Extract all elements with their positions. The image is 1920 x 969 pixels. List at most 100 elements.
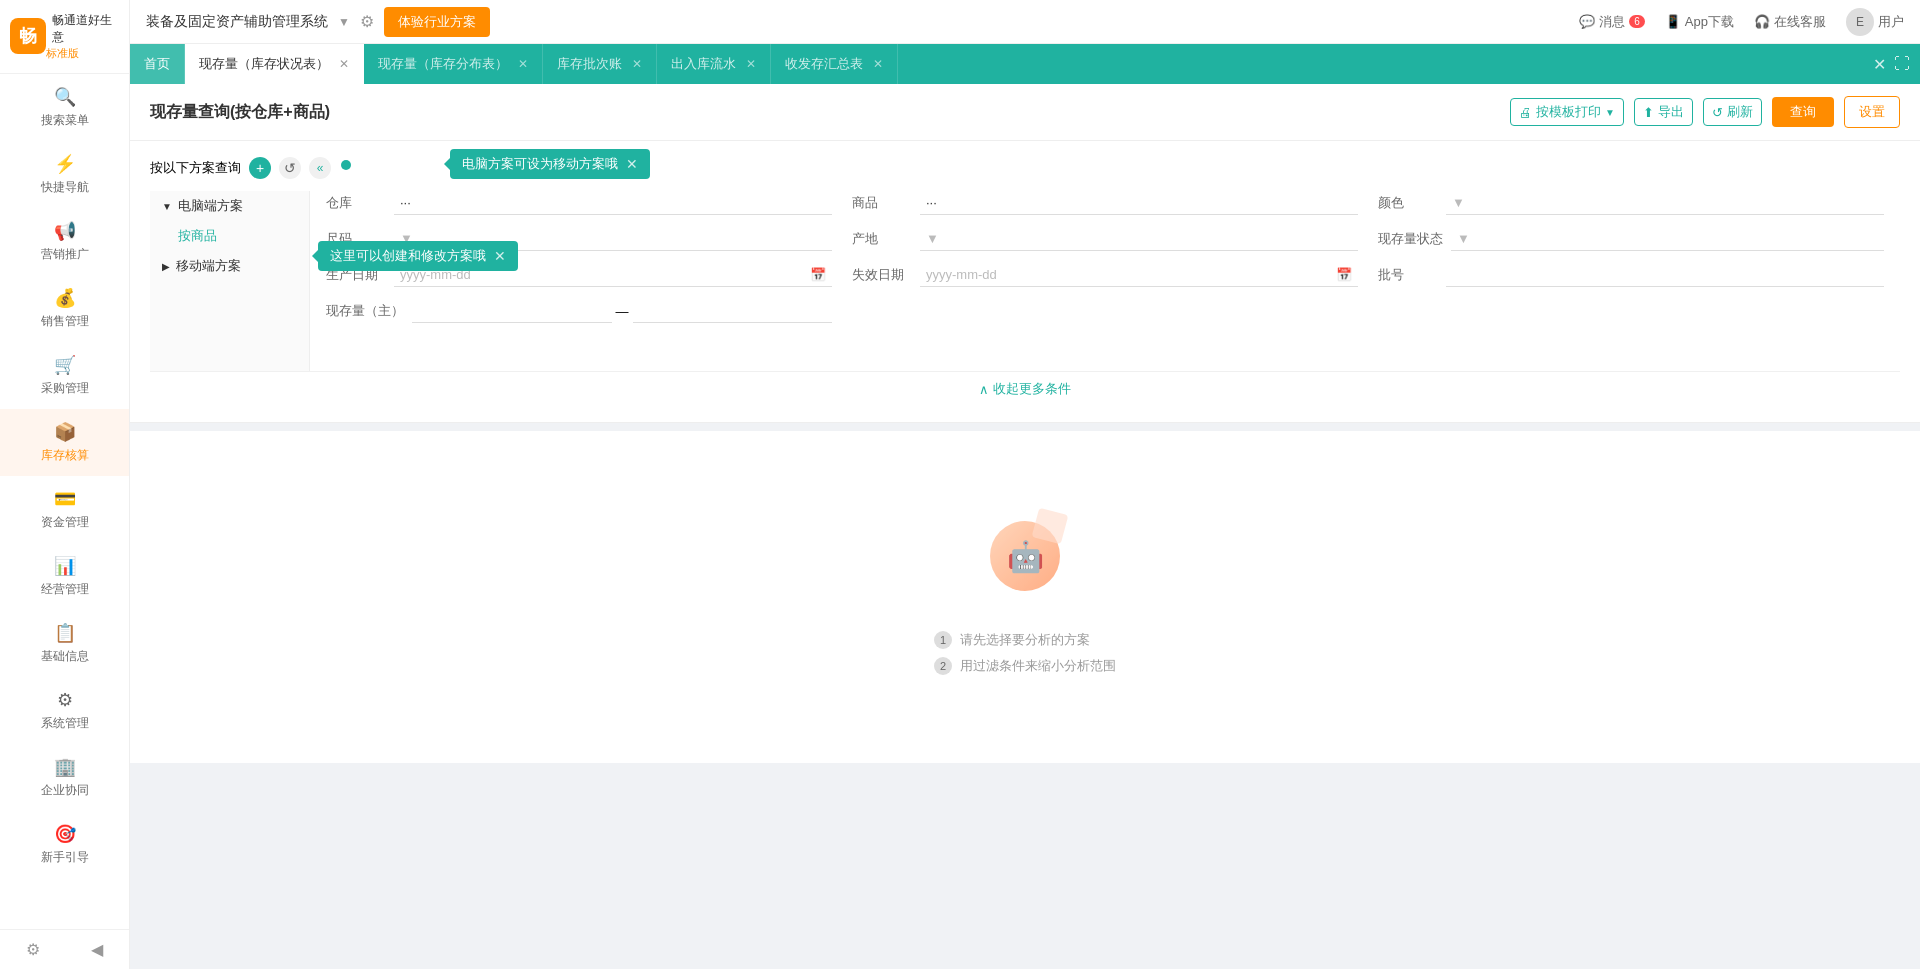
sidebar-item-system-label: 系统管理 <box>41 715 89 732</box>
tab-fullscreen-btn[interactable]: ⛶ <box>1894 55 1910 73</box>
sidebar-item-inventory[interactable]: 📦 库存核算 <box>0 409 129 476</box>
sidebar-item-marketing[interactable]: 📢 营销推广 <box>0 208 129 275</box>
origin-select[interactable]: ▼ <box>920 227 1358 251</box>
calendar-icon-prod[interactable]: 📅 <box>810 267 826 282</box>
scheme-group-desktop[interactable]: ▼ 电脑端方案 <box>150 191 309 221</box>
refresh-button[interactable]: ↺ 刷新 <box>1703 98 1762 126</box>
sidebar-item-guide[interactable]: 🎯 新手引导 <box>0 811 129 878</box>
topbar-dropdown-arrow[interactable]: ▼ <box>338 15 350 29</box>
quick-nav-icon: ⚡ <box>54 153 76 175</box>
sidebar-item-operations[interactable]: 📊 经营管理 <box>0 543 129 610</box>
filter-form-area: 仓库 ··· 商品 ··· 颜色 ▼ <box>310 191 1900 371</box>
tab-in-out-flow[interactable]: 出入库流水 ✕ <box>657 44 771 84</box>
warehouse-select[interactable]: ··· <box>394 191 832 215</box>
stock-main-max[interactable] <box>633 299 833 323</box>
topbar: 装备及固定资产辅助管理系统 ▼ ⚙ 体验行业方案 💬 消息 6 📱 App下载 … <box>130 0 1920 44</box>
tooltip1-text: 电脑方案可设为移动方案哦 <box>462 155 618 173</box>
stock-status-label: 现存量状态 <box>1378 230 1443 248</box>
expire-date-placeholder: yyyy-mm-dd <box>926 267 997 282</box>
step-num-1: 1 <box>934 631 952 649</box>
search-button[interactable]: 查询 <box>1772 97 1834 127</box>
sidebar-item-search[interactable]: 🔍 搜索菜单 <box>0 74 129 141</box>
sidebar-item-sales[interactable]: 💰 销售管理 <box>0 275 129 342</box>
warehouse-dots: ··· <box>400 195 411 210</box>
scheme-group-mobile[interactable]: ▶ 移动端方案 <box>150 251 309 281</box>
filter-refresh-btn[interactable]: ↺ <box>279 157 301 179</box>
sidebar-item-system[interactable]: ⚙ 系统管理 <box>0 677 129 744</box>
message-button[interactable]: 💬 消息 6 <box>1579 13 1645 31</box>
user-menu[interactable]: E 用户 <box>1846 8 1904 36</box>
batch-input[interactable] <box>1446 263 1884 287</box>
tab-inventory-dist[interactable]: 现存量（库存分布表） ✕ <box>364 44 543 84</box>
color-select[interactable]: ▼ <box>1446 191 1884 215</box>
sidebar-item-finance[interactable]: 💳 资金管理 <box>0 476 129 543</box>
color-label: 颜色 <box>1378 194 1438 212</box>
system-icon: ⚙ <box>57 689 73 711</box>
sidebar-item-quick-nav[interactable]: ⚡ 快捷导航 <box>0 141 129 208</box>
tab-batch-account-close[interactable]: ✕ <box>632 57 642 71</box>
topbar-settings-icon[interactable]: ⚙ <box>360 12 374 31</box>
tab-receive-summary-close[interactable]: ✕ <box>873 57 883 71</box>
export-label: 导出 <box>1658 103 1684 121</box>
tab-inventory-dist-label: 现存量（库存分布表） <box>378 55 508 73</box>
tab-home[interactable]: 首页 <box>130 44 185 84</box>
inventory-icon: 📦 <box>54 421 76 443</box>
topbar-right: 💬 消息 6 📱 App下载 🎧 在线客服 E 用户 <box>1579 8 1904 36</box>
tab-inventory-dist-close[interactable]: ✕ <box>518 57 528 71</box>
tooltip-create-scheme: 这里可以创建和修改方案哦 ✕ <box>318 241 518 271</box>
tab-inventory-status-close[interactable]: ✕ <box>339 57 349 71</box>
tooltip1-close[interactable]: ✕ <box>626 156 638 172</box>
goods-label: 商品 <box>852 194 912 212</box>
empty-step-2: 2 用过滤条件来缩小分析范围 <box>934 657 1116 675</box>
sidebar-item-enterprise-label: 企业协同 <box>41 782 89 799</box>
print-icon: 🖨 <box>1519 105 1532 120</box>
operations-icon: 📊 <box>54 555 76 577</box>
tab-inventory-status[interactable]: 现存量（库存状况表） ✕ <box>185 44 364 84</box>
tab-home-label: 首页 <box>144 55 170 73</box>
export-button[interactable]: ⬆ 导出 <box>1634 98 1693 126</box>
phone-icon: 📱 <box>1665 14 1681 29</box>
sidebar-collapse-btn[interactable]: ◀ <box>91 940 103 959</box>
tab-close-all-btn[interactable]: ✕ <box>1873 55 1886 74</box>
print-button[interactable]: 🖨 按模板打印 ▼ <box>1510 98 1624 126</box>
sidebar-item-purchase[interactable]: 🛒 采购管理 <box>0 342 129 409</box>
tooltip2-close[interactable]: ✕ <box>494 248 506 264</box>
chevron-right-icon: ▶ <box>162 261 170 272</box>
goods-select[interactable]: ··· <box>920 191 1358 215</box>
tab-in-out-flow-close[interactable]: ✕ <box>746 57 756 71</box>
expire-date-input[interactable]: yyyy-mm-dd 📅 <box>920 263 1358 287</box>
calendar-icon-expire[interactable]: 📅 <box>1336 267 1352 282</box>
step-2-label: 用过滤条件来缩小分析范围 <box>960 657 1116 675</box>
print-label: 按模板打印 <box>1536 103 1601 121</box>
app-download-label: App下载 <box>1685 13 1734 31</box>
sidebar-settings-btn[interactable]: ⚙ <box>26 940 40 959</box>
tab-receive-summary[interactable]: 收发存汇总表 ✕ <box>771 44 898 84</box>
batch-label: 批号 <box>1378 266 1438 284</box>
industry-plan-button[interactable]: 体验行业方案 <box>384 7 490 37</box>
step-1-label: 请先选择要分析的方案 <box>960 631 1090 649</box>
app-download-button[interactable]: 📱 App下载 <box>1665 13 1734 31</box>
filter-back-btn[interactable]: « <box>309 157 331 179</box>
sales-icon: 💰 <box>54 287 76 309</box>
chevron-down-color: ▼ <box>1452 195 1465 210</box>
empty-step-1: 1 请先选择要分析的方案 <box>934 631 1116 649</box>
collapse-btn[interactable]: ∧ 收起更多条件 <box>150 371 1900 406</box>
chevron-down-icon: ▼ <box>162 201 172 212</box>
sidebar-item-basic-info[interactable]: 📋 基础信息 <box>0 610 129 677</box>
settings-button[interactable]: 设置 <box>1844 96 1900 128</box>
stock-main-min[interactable] <box>412 299 612 323</box>
sidebar-item-guide-label: 新手引导 <box>41 849 89 866</box>
filter-add-btn[interactable]: + <box>249 157 271 179</box>
sidebar-menu: 🔍 搜索菜单 ⚡ 快捷导航 📢 营销推广 💰 销售管理 🛒 采购管理 📦 库存核… <box>0 74 129 929</box>
refresh-label: 刷新 <box>1727 103 1753 121</box>
sidebar-item-enterprise[interactable]: 🏢 企业协同 <box>0 744 129 811</box>
online-service-button[interactable]: 🎧 在线客服 <box>1754 13 1826 31</box>
tab-batch-account[interactable]: 库存批次账 ✕ <box>543 44 657 84</box>
print-dropdown-icon: ▼ <box>1605 107 1615 118</box>
scheme-item-by-goods[interactable]: 按商品 <box>150 221 309 251</box>
filter-goods-field: 商品 ··· <box>852 191 1358 215</box>
stock-main-label: 现存量（主） <box>326 302 404 320</box>
page-actions: 🖨 按模板打印 ▼ ⬆ 导出 ↺ 刷新 查询 设置 <box>1510 96 1900 128</box>
chevron-up-icon: ∧ <box>979 382 989 397</box>
stock-status-select[interactable]: ▼ <box>1451 227 1884 251</box>
